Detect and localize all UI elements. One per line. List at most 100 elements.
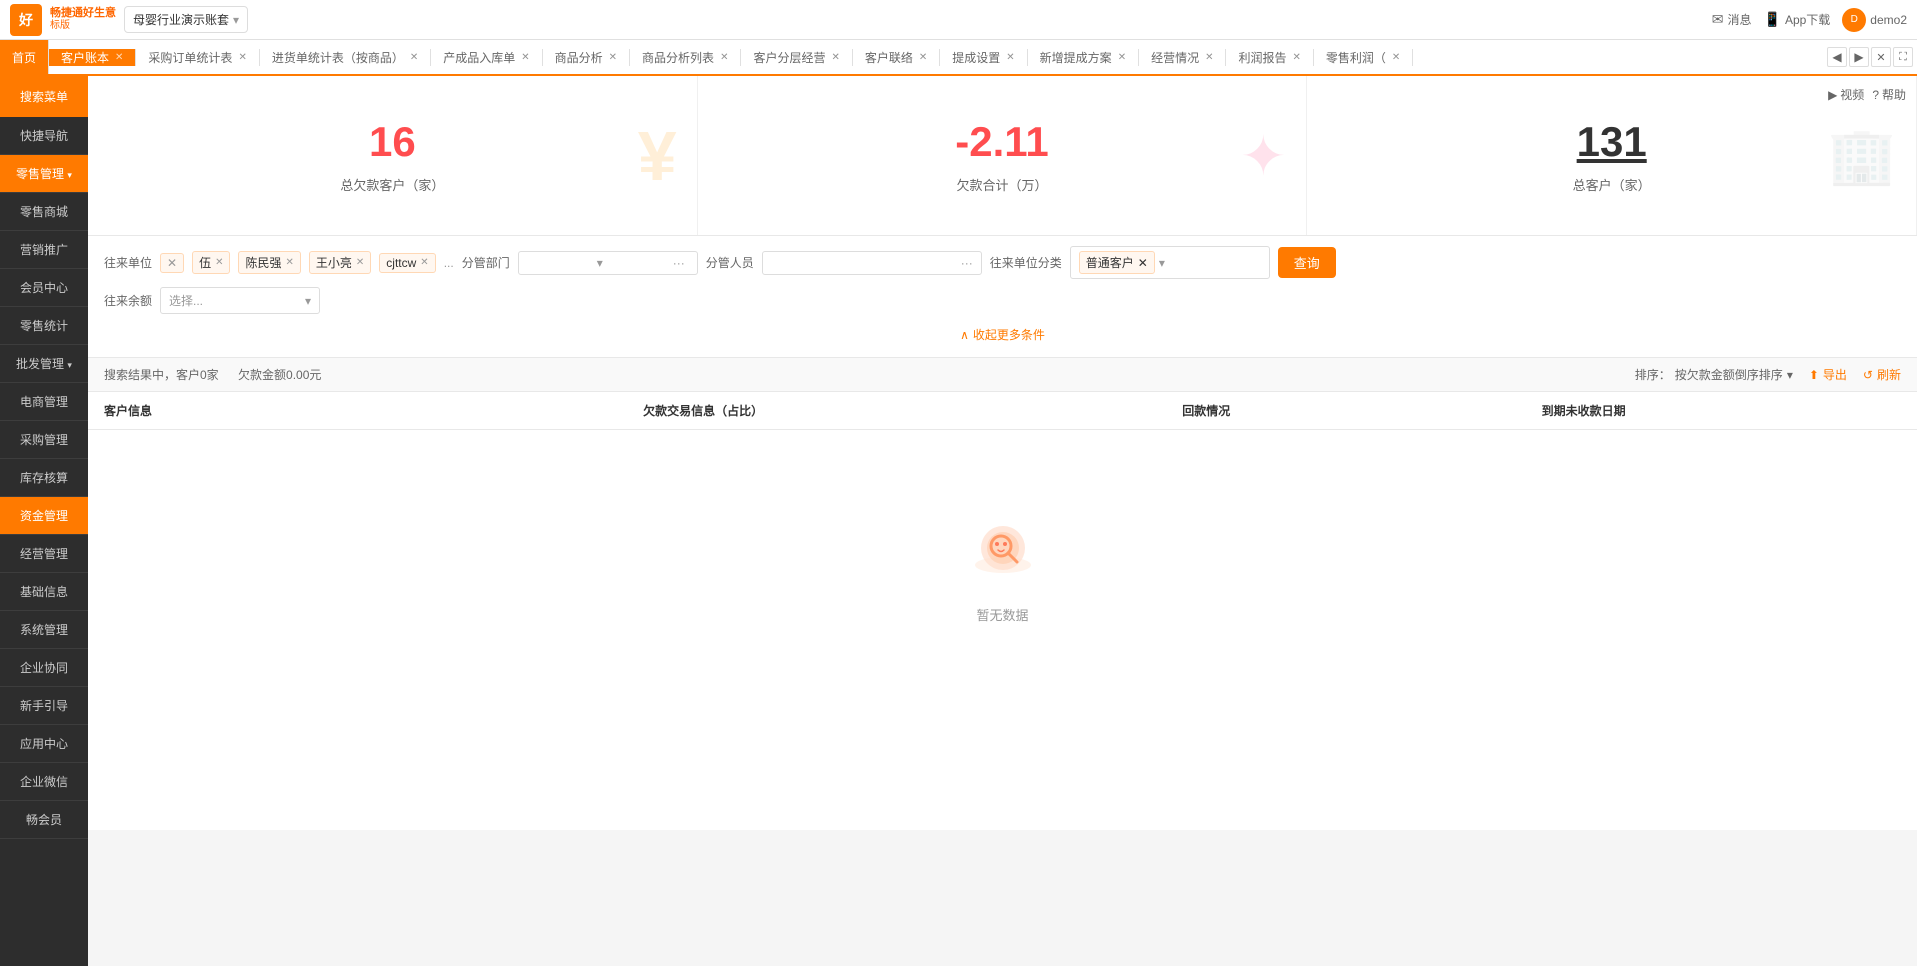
- help-label: 帮助: [1882, 86, 1906, 103]
- tab-purchase-stat-close[interactable]: ✕: [238, 52, 246, 63]
- col-customer-info: 客户信息: [104, 402, 643, 419]
- tab-stock-stat[interactable]: 进货单统计表（按商品） ✕: [260, 49, 431, 66]
- filter-balance-select[interactable]: 选择... ▾: [160, 287, 320, 314]
- tab-retail-profit[interactable]: 零售利润（ ✕: [1314, 49, 1413, 66]
- sidebar-item-new-guide[interactable]: 新手引导: [0, 687, 88, 725]
- tab-product-inbound[interactable]: 产成品入库单 ✕: [431, 49, 542, 66]
- sidebar-item-new-guide-label: 新手引导: [20, 699, 68, 713]
- filter-tag-wang-close[interactable]: ✕: [356, 257, 364, 268]
- filter-balance-label: 往来余额: [104, 292, 152, 309]
- empty-label: 暂无数据: [976, 605, 1028, 624]
- sidebar-item-system[interactable]: 系统管理: [0, 611, 88, 649]
- tab-profit-report[interactable]: 利润报告 ✕: [1226, 49, 1313, 66]
- sidebar-item-app-center[interactable]: 应用中心: [0, 725, 88, 763]
- message-label: 消息: [1727, 11, 1751, 28]
- sidebar-search[interactable]: 搜索菜单: [0, 76, 88, 117]
- logo-icon: 好: [10, 4, 42, 36]
- tab-product-analysis-list-close[interactable]: ✕: [720, 52, 728, 63]
- tab-stock-stat-close[interactable]: ✕: [410, 52, 418, 63]
- sidebar-item-member[interactable]: 会员中心: [0, 269, 88, 307]
- tab-business-status[interactable]: 经营情况 ✕: [1139, 49, 1226, 66]
- nav-controls: ◀ ▶ ✕ ⛶: [1823, 47, 1917, 67]
- user-profile[interactable]: D demo2: [1842, 8, 1907, 32]
- sidebar-item-enterprise-coop[interactable]: 企业协同: [0, 649, 88, 687]
- sidebar-item-capital[interactable]: 资金管理: [0, 497, 88, 535]
- export-btn[interactable]: ⬆ 导出: [1809, 366, 1847, 383]
- tab-maximize[interactable]: ⛶: [1893, 47, 1913, 67]
- tab-retail-profit-label: 零售利润（: [1326, 49, 1386, 66]
- app-download-icon: 📱: [1764, 11, 1781, 28]
- sidebar-quick-nav[interactable]: 快捷导航: [0, 117, 88, 155]
- tab-profit-report-close[interactable]: ✕: [1293, 52, 1301, 63]
- data-table: 客户信息 欠款交易信息（占比） 回款情况 到期未收款日期: [88, 392, 1917, 830]
- tab-scroll-left[interactable]: ◀: [1827, 47, 1847, 67]
- search-result-count: 搜索结果中，客户0家: [104, 368, 219, 382]
- filter-tag-chen-close[interactable]: ✕: [286, 257, 294, 268]
- logo-line2: 标版: [50, 20, 116, 32]
- filter-unit-type-label: 往来单位分类: [990, 254, 1062, 271]
- sidebar-item-premium-label: 畅会员: [26, 813, 62, 827]
- sidebar-item-system-label: 系统管理: [20, 623, 68, 637]
- tab-customer-book[interactable]: 客户账本 ✕: [49, 49, 136, 66]
- sidebar-item-enterprise-wechat[interactable]: 企业微信: [0, 763, 88, 801]
- filter-unit-type-select[interactable]: 普通客户 ✕ ▾: [1070, 246, 1270, 279]
- sidebar-item-retail-mgmt[interactable]: 零售管理 ▾: [0, 155, 88, 193]
- filter-unit-clear-icon[interactable]: ✕: [167, 256, 177, 270]
- sidebar-item-batch-mgmt[interactable]: 批发管理 ▾: [0, 345, 88, 383]
- tab-close-all[interactable]: ✕: [1871, 47, 1891, 67]
- sidebar-item-marketing[interactable]: 营销推广: [0, 231, 88, 269]
- query-button[interactable]: 查询: [1278, 247, 1336, 278]
- tab-customer-tier[interactable]: 客户分层经营 ✕: [741, 49, 852, 66]
- sidebar-item-ecommerce-label: 电商管理: [20, 395, 68, 409]
- filter-dept-select[interactable]: ▾ ···: [518, 251, 698, 275]
- org-selector[interactable]: 母婴行业演示账套 ▾: [124, 6, 248, 33]
- filter-person-select[interactable]: ···: [762, 251, 982, 275]
- tab-home[interactable]: 首页: [0, 40, 49, 74]
- sidebar-item-ops-label: 经营管理: [20, 547, 68, 561]
- tab-new-promotion-close[interactable]: ✕: [1118, 52, 1126, 63]
- filter-more-tags[interactable]: ...: [444, 256, 454, 270]
- tab-retail-profit-close[interactable]: ✕: [1392, 52, 1400, 63]
- sidebar-item-ecommerce[interactable]: 电商管理: [0, 383, 88, 421]
- sidebar-item-retail-mgmt-label: 零售管理: [16, 167, 64, 181]
- tab-product-analysis[interactable]: 商品分析 ✕: [543, 49, 630, 66]
- sidebar-item-retail-mall[interactable]: 零售商城: [0, 193, 88, 231]
- tab-purchase-stat[interactable]: 采购订单统计表 ✕: [136, 49, 259, 66]
- sidebar-item-premium[interactable]: 畅会员: [0, 801, 88, 839]
- message-btn[interactable]: ✉ 消息: [1712, 11, 1752, 28]
- tab-product-inbound-close[interactable]: ✕: [521, 52, 529, 63]
- refresh-icon: ↺: [1863, 368, 1873, 382]
- tab-customer-contact-close[interactable]: ✕: [919, 52, 927, 63]
- tab-product-analysis-list[interactable]: 商品分析列表 ✕: [630, 49, 741, 66]
- stat-credit-total-value: -2.11: [955, 117, 1048, 167]
- tab-customer-book-label: 客户账本: [61, 49, 109, 66]
- tab-promotion-settings[interactable]: 提成设置 ✕: [940, 49, 1027, 66]
- tab-scroll-right[interactable]: ▶: [1849, 47, 1869, 67]
- filter-tag-cjttcw-close[interactable]: ✕: [420, 257, 428, 268]
- tab-promotion-settings-close[interactable]: ✕: [1006, 52, 1014, 63]
- sidebar-item-basic-info[interactable]: 基础信息: [0, 573, 88, 611]
- refresh-btn[interactable]: ↺ 刷新: [1863, 366, 1901, 383]
- video-btn[interactable]: ▶ 视频: [1828, 86, 1864, 103]
- sort-dropdown[interactable]: 排序： 按欠款金额倒序排序 ▾: [1635, 366, 1793, 383]
- sidebar-item-inventory[interactable]: 库存核算: [0, 459, 88, 497]
- sidebar-item-purchase[interactable]: 采购管理: [0, 421, 88, 459]
- top-bar-right: ✉ 消息 📱 App下载 D demo2: [1712, 8, 1907, 32]
- tab-product-analysis-close[interactable]: ✕: [609, 52, 617, 63]
- sort-option: 按欠款金额倒序排序: [1675, 366, 1783, 383]
- collapse-btn[interactable]: ∧ 收起更多条件: [104, 322, 1901, 347]
- sidebar-item-app-center-label: 应用中心: [20, 737, 68, 751]
- sidebar-item-retail-stats[interactable]: 零售统计: [0, 307, 88, 345]
- filter-customer-type-close[interactable]: ✕: [1138, 256, 1148, 270]
- app-download-btn[interactable]: 📱 App下载: [1764, 11, 1831, 28]
- filter-tag-wu-close[interactable]: ✕: [215, 257, 223, 268]
- sidebar-item-ops[interactable]: 经营管理: [0, 535, 88, 573]
- tab-home-label: 首页: [12, 49, 36, 66]
- tab-customer-contact[interactable]: 客户联络 ✕: [853, 49, 940, 66]
- tab-customer-tier-close[interactable]: ✕: [831, 52, 839, 63]
- stat-credit-customers-value: 16: [369, 117, 416, 167]
- tab-business-status-close[interactable]: ✕: [1205, 52, 1213, 63]
- help-btn[interactable]: ? 帮助: [1872, 86, 1906, 103]
- tab-new-promotion[interactable]: 新增提成方案 ✕: [1028, 49, 1139, 66]
- tab-customer-book-close[interactable]: ✕: [115, 52, 123, 63]
